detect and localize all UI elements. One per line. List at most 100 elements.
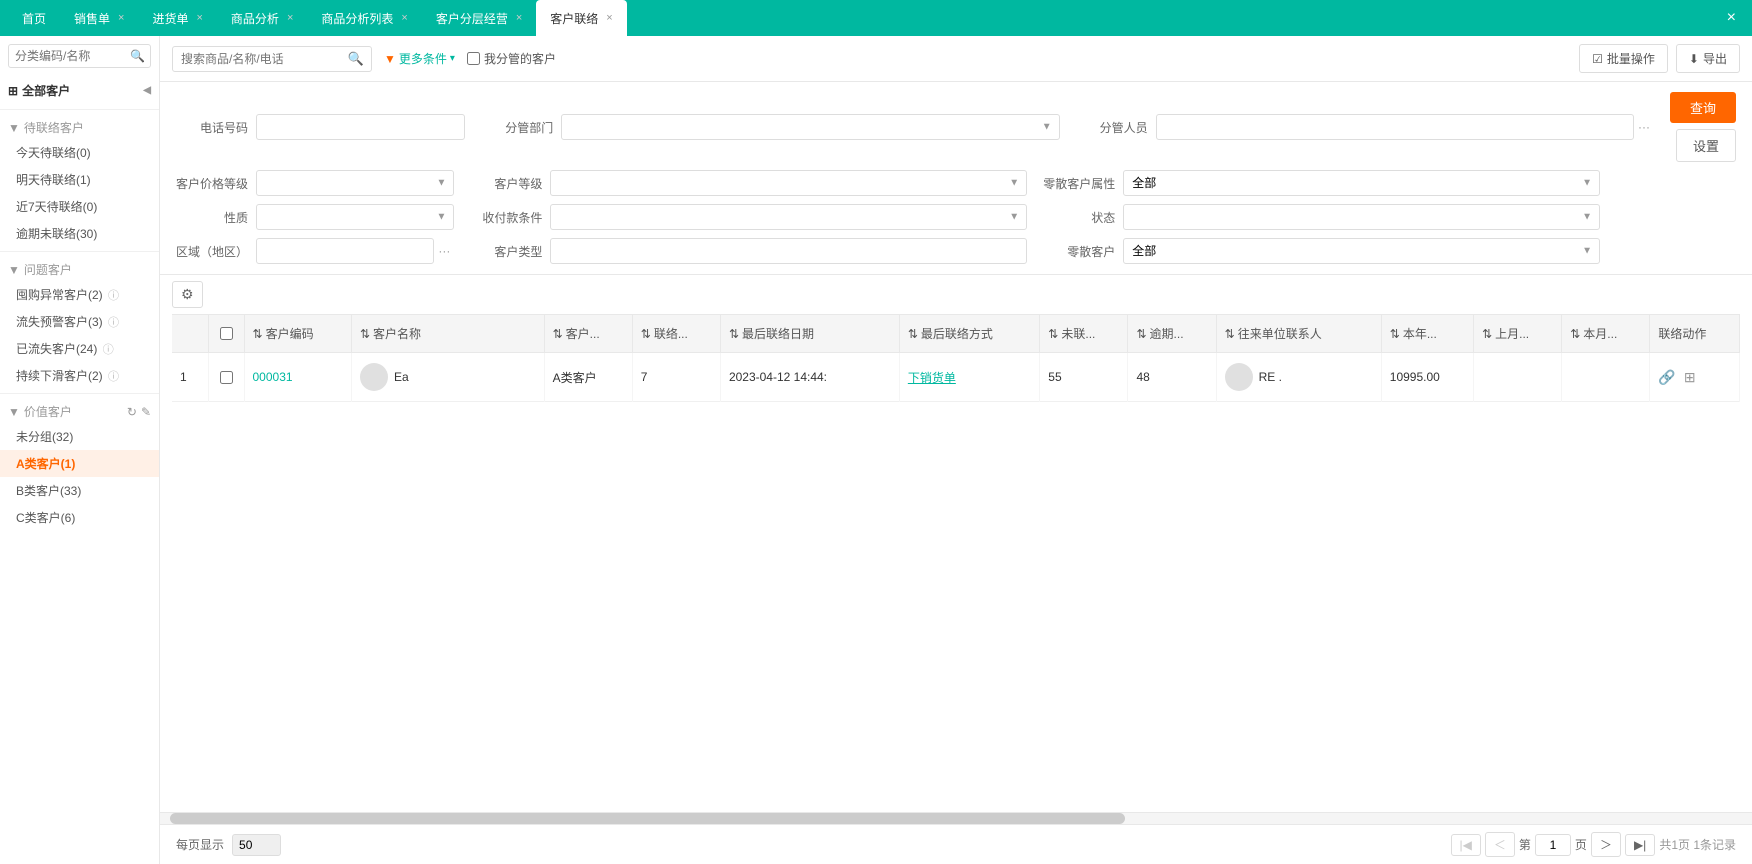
bottom-scrollbar[interactable] [160, 812, 1752, 824]
my-customers-check[interactable]: 我分管的客户 [467, 50, 556, 67]
nav-home[interactable]: 首页 [8, 0, 60, 36]
filter-search-input[interactable] [172, 46, 372, 72]
customer-level-select[interactable] [550, 170, 1027, 196]
nav-sales-close[interactable]: × [118, 12, 124, 24]
region-input[interactable] [256, 238, 434, 264]
nav-goods-list-close[interactable]: × [401, 12, 407, 24]
nav-purchase[interactable]: 进货单 × [138, 0, 216, 36]
sidebar-search-icon: 🔍 [130, 49, 145, 63]
pagination-left: 每页显示 50 10 20 100 [176, 834, 281, 856]
query-btn[interactable]: 查询 [1670, 92, 1736, 123]
col-not-contacted[interactable]: ⇅未联... [1040, 315, 1128, 353]
nav-goods-analysis-close[interactable]: × [287, 12, 293, 24]
sidebar-group-pending[interactable]: ▼ 待联络客户 [0, 114, 159, 139]
info-icon-4: ⓘ [108, 371, 119, 383]
nav-customer-contact[interactable]: 客户联络 × [536, 0, 626, 36]
edit-group-icon[interactable]: ✎ [141, 405, 151, 419]
batch-op-btn[interactable]: ☑ 批量操作 [1579, 44, 1668, 73]
nav-purchase-close[interactable]: × [196, 12, 202, 24]
retail-customer-select[interactable]: 全部 [1123, 238, 1600, 264]
sidebar-collapse-icon: ◀ [143, 85, 151, 96]
col-last-month[interactable]: ⇅上月... [1474, 315, 1562, 353]
col-this-month[interactable]: ⇅本月... [1562, 315, 1650, 353]
sidebar-all-customers[interactable]: ⊞ 全部客户 ◀ [0, 76, 159, 105]
page-size-select[interactable]: 50 10 20 100 [232, 834, 281, 856]
col-last-method[interactable]: ⇅最后联络方式 [899, 315, 1039, 353]
col-contacts[interactable]: ⇅往来单位联系人 [1216, 315, 1381, 353]
col-sort-icon-6: ⇅ [908, 327, 918, 341]
nav-customer-contact-close[interactable]: × [606, 12, 612, 24]
filter-manager: 分管人员 ··· [1076, 114, 1654, 140]
nature-select[interactable] [256, 204, 454, 230]
col-sort-icon-2: ⇅ [360, 327, 370, 341]
col-name[interactable]: ⇅客户名称 [351, 315, 544, 353]
setting-btn[interactable]: 设置 [1676, 129, 1736, 162]
col-this-year[interactable]: ⇅本年... [1381, 315, 1473, 353]
dept-select[interactable] [561, 114, 1059, 140]
nav-close-all[interactable]: × [1719, 9, 1744, 27]
region-more-btn[interactable]: ··· [434, 244, 454, 258]
customer-type-input[interactable] [550, 238, 1027, 264]
manager-more-btn[interactable]: ··· [1634, 120, 1654, 134]
filter-price-level: 客户价格等级 ▼ [176, 170, 454, 196]
row-last-method[interactable]: 下销货单 [899, 353, 1039, 402]
sidebar-item-overdue[interactable]: 逾期未联络(30) [0, 220, 159, 247]
last-page-btn[interactable]: ▶| [1625, 834, 1655, 856]
sidebar-search-wrap: 🔍 [0, 36, 159, 76]
col-contact[interactable]: ⇅联络... [632, 315, 720, 353]
nav-goods-analysis[interactable]: 商品分析 × [217, 0, 307, 36]
sidebar-item-declining[interactable]: 持续下滑客户(2) ⓘ [0, 362, 159, 389]
row-code[interactable]: 000031 [244, 353, 351, 402]
page-label: 第 [1519, 836, 1531, 853]
sidebar-group-value[interactable]: ▼ 价值客户 ↻ ✎ [0, 398, 159, 423]
info-icon-2: ⓘ [108, 317, 119, 329]
table-settings-btn[interactable]: ⚙ [172, 281, 203, 308]
export-btn[interactable]: ⬇ 导出 [1676, 44, 1740, 73]
table-area: ⚙ ⇅客户编码 ⇅客户名称 [160, 275, 1752, 812]
my-customers-checkbox[interactable] [467, 52, 480, 65]
sidebar-item-ungrouped[interactable]: 未分组(32) [0, 423, 159, 450]
sidebar-item-tomorrow[interactable]: 明天待联络(1) [0, 166, 159, 193]
phone-input[interactable] [256, 114, 465, 140]
refresh-icon[interactable]: ↻ [127, 405, 137, 419]
filter-row-4: 区域（地区） ··· 客户类型 零散客户 全部 ▼ [176, 238, 1736, 264]
status-select[interactable] [1123, 204, 1600, 230]
table-row: 1 000031 Ea A类客户 7 202 [172, 353, 1740, 402]
col-overdue[interactable]: ⇅逾期... [1128, 315, 1216, 353]
row-qr-icon[interactable]: ⊞ [1684, 369, 1696, 386]
sidebar-item-a-class[interactable]: A类客户(1) [0, 450, 159, 477]
sidebar-item-b-class[interactable]: B类客户(33) [0, 477, 159, 504]
prev-page-btn[interactable]: ＜ [1485, 832, 1515, 857]
next-page-btn[interactable]: ＞ [1591, 832, 1621, 857]
row-link-icon[interactable]: 🔗 [1658, 369, 1675, 386]
info-icon-1: ⓘ [108, 290, 119, 302]
more-conditions-btn[interactable]: ▼ 更多条件 ▾ [380, 50, 459, 67]
select-all-checkbox[interactable] [220, 327, 233, 340]
manager-input[interactable] [1156, 114, 1634, 140]
sidebar-item-churn-warning[interactable]: 流失预警客户(3) ⓘ [0, 308, 159, 335]
page-input[interactable] [1535, 834, 1571, 856]
sidebar-group-problem[interactable]: ▼ 问题客户 [0, 256, 159, 281]
sidebar-item-today[interactable]: 今天待联络(0) [0, 139, 159, 166]
price-level-select[interactable] [256, 170, 454, 196]
nav-customer-tier[interactable]: 客户分层经营 × [422, 0, 536, 36]
retail-attr-select[interactable]: 全部 [1123, 170, 1600, 196]
sidebar-item-c-class[interactable]: C类客户(6) [0, 504, 159, 531]
sidebar-item-7days[interactable]: 近7天待联络(0) [0, 193, 159, 220]
nav-goods-list[interactable]: 商品分析列表 × [307, 0, 421, 36]
col-level[interactable]: ⇅客户... [544, 315, 632, 353]
first-page-btn[interactable]: |◀ [1451, 834, 1481, 856]
sidebar-item-hoarding[interactable]: 囤购异常客户(2) ⓘ [0, 281, 159, 308]
sidebar-divider-3 [0, 393, 159, 394]
row-overdue: 48 [1128, 353, 1216, 402]
nav-sales[interactable]: 销售单 × [60, 0, 138, 36]
filter-search-wrap: 🔍 [172, 46, 372, 72]
sidebar-item-churned[interactable]: 已流失客户(24) ⓘ [0, 335, 159, 362]
table-header-row: ⇅客户编码 ⇅客户名称 ⇅客户... ⇅联络... ⇅最后联络日期 [172, 315, 1740, 353]
nav-customer-tier-close[interactable]: × [516, 12, 522, 24]
col-code[interactable]: ⇅客户编码 [244, 315, 351, 353]
col-last-date[interactable]: ⇅最后联络日期 [720, 315, 899, 353]
filter-row-1: 电话号码 分管部门 ▼ 分管人员 ··· 查询 设置 [176, 92, 1736, 162]
row-checkbox[interactable] [220, 371, 233, 384]
pay-terms-select[interactable] [550, 204, 1027, 230]
